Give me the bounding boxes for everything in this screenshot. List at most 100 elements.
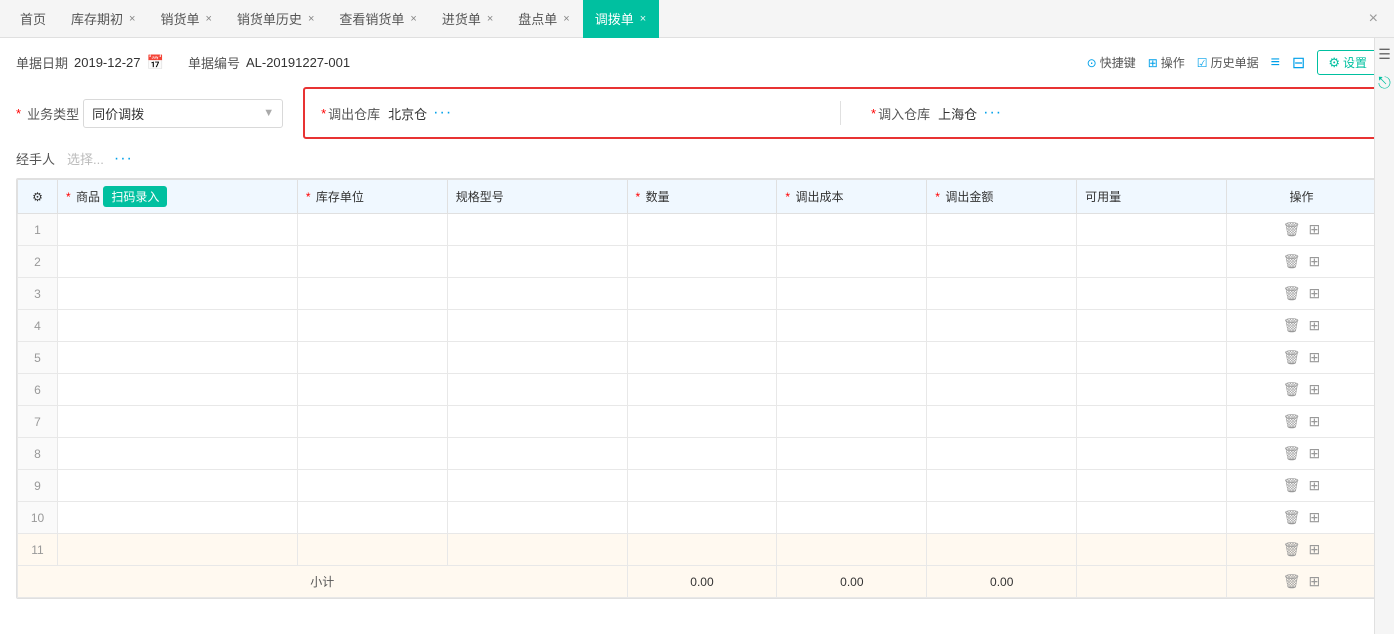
row-cost-11[interactable] bbox=[777, 534, 927, 566]
row-amount-3[interactable] bbox=[927, 278, 1077, 310]
tab-inventory-initial[interactable]: 库存期初 × bbox=[59, 0, 148, 38]
row-available-1[interactable] bbox=[1077, 214, 1227, 246]
delete-icon-10[interactable]: 🗑 bbox=[1283, 509, 1301, 526]
delete-icon-8[interactable]: 🗑 bbox=[1283, 445, 1301, 462]
row-spec-4[interactable] bbox=[447, 310, 627, 342]
tab-transfer[interactable]: 调拨单 × bbox=[583, 0, 659, 38]
tab-purchase-close[interactable]: × bbox=[487, 13, 493, 25]
copy-icon-6[interactable]: ⊞ bbox=[1309, 381, 1321, 398]
row-amount-2[interactable] bbox=[927, 246, 1077, 278]
window-close-button[interactable]: × bbox=[1361, 10, 1386, 28]
row-product-7[interactable] bbox=[58, 406, 298, 438]
row-qty-8[interactable] bbox=[627, 438, 777, 470]
delete-icon-1[interactable]: 🗑 bbox=[1283, 221, 1301, 238]
row-qty-9[interactable] bbox=[627, 470, 777, 502]
row-qty-4[interactable] bbox=[627, 310, 777, 342]
row-unit-4[interactable] bbox=[297, 310, 447, 342]
copy-icon-11[interactable]: ⊞ bbox=[1309, 541, 1321, 558]
handler-placeholder[interactable]: 选择... bbox=[67, 149, 104, 168]
tab-sales-history-close[interactable]: × bbox=[308, 13, 314, 25]
row-cost-6[interactable] bbox=[777, 374, 927, 406]
row-available-4[interactable] bbox=[1077, 310, 1227, 342]
tab-stocktake-close[interactable]: × bbox=[563, 13, 569, 25]
copy-icon-sub[interactable]: ⊞ bbox=[1309, 573, 1321, 590]
row-qty-5[interactable] bbox=[627, 342, 777, 374]
row-cost-5[interactable] bbox=[777, 342, 927, 374]
calendar-icon[interactable]: 📅 bbox=[147, 54, 164, 71]
row-cost-7[interactable] bbox=[777, 406, 927, 438]
row-spec-6[interactable] bbox=[447, 374, 627, 406]
delete-icon-6[interactable]: 🗑 bbox=[1283, 381, 1301, 398]
tab-home[interactable]: 首页 bbox=[8, 0, 59, 38]
row-spec-11[interactable] bbox=[447, 534, 627, 566]
row-qty-3[interactable] bbox=[627, 278, 777, 310]
row-product-8[interactable] bbox=[58, 438, 298, 470]
copy-icon-7[interactable]: ⊞ bbox=[1309, 413, 1321, 430]
grid-view-button[interactable]: ⊟ bbox=[1292, 53, 1305, 73]
row-unit-6[interactable] bbox=[297, 374, 447, 406]
tab-inventory-initial-close[interactable]: × bbox=[129, 13, 135, 25]
row-amount-7[interactable] bbox=[927, 406, 1077, 438]
warehouse-in-more-button[interactable]: ··· bbox=[983, 104, 1002, 122]
shortcut-keys-button[interactable]: ⊙ 快捷键 bbox=[1087, 54, 1136, 71]
list-view-button[interactable]: ≡ bbox=[1271, 54, 1280, 72]
sidebar-external-link-icon[interactable]: ⎋ bbox=[1378, 75, 1391, 93]
copy-icon-3[interactable]: ⊞ bbox=[1309, 285, 1321, 302]
tab-sales-order[interactable]: 销货单 × bbox=[148, 0, 224, 38]
tab-sales-history[interactable]: 销货单历史 × bbox=[225, 0, 327, 38]
row-cost-4[interactable] bbox=[777, 310, 927, 342]
setting-button[interactable]: ⚙ 设置 bbox=[1317, 50, 1378, 75]
copy-icon-1[interactable]: ⊞ bbox=[1309, 221, 1321, 238]
copy-icon-10[interactable]: ⊞ bbox=[1309, 509, 1321, 526]
row-spec-5[interactable] bbox=[447, 342, 627, 374]
row-cost-8[interactable] bbox=[777, 438, 927, 470]
row-amount-11[interactable] bbox=[927, 534, 1077, 566]
row-product-4[interactable] bbox=[58, 310, 298, 342]
row-qty-1[interactable] bbox=[627, 214, 777, 246]
delete-icon-5[interactable]: 🗑 bbox=[1283, 349, 1301, 366]
row-unit-3[interactable] bbox=[297, 278, 447, 310]
delete-icon-3[interactable]: 🗑 bbox=[1283, 285, 1301, 302]
row-qty-2[interactable] bbox=[627, 246, 777, 278]
copy-icon-9[interactable]: ⊞ bbox=[1309, 477, 1321, 494]
delete-icon-4[interactable]: 🗑 bbox=[1283, 317, 1301, 334]
row-amount-4[interactable] bbox=[927, 310, 1077, 342]
row-amount-8[interactable] bbox=[927, 438, 1077, 470]
row-available-2[interactable] bbox=[1077, 246, 1227, 278]
row-product-9[interactable] bbox=[58, 470, 298, 502]
history-button[interactable]: ☑ 历史单据 bbox=[1197, 54, 1259, 71]
row-spec-2[interactable] bbox=[447, 246, 627, 278]
row-product-1[interactable] bbox=[58, 214, 298, 246]
row-available-8[interactable] bbox=[1077, 438, 1227, 470]
row-unit-8[interactable] bbox=[297, 438, 447, 470]
row-cost-3[interactable] bbox=[777, 278, 927, 310]
warehouse-out-more-button[interactable]: ··· bbox=[433, 104, 452, 122]
row-cost-1[interactable] bbox=[777, 214, 927, 246]
row-available-3[interactable] bbox=[1077, 278, 1227, 310]
row-product-2[interactable] bbox=[58, 246, 298, 278]
row-spec-9[interactable] bbox=[447, 470, 627, 502]
row-product-5[interactable] bbox=[58, 342, 298, 374]
delete-icon-9[interactable]: 🗑 bbox=[1283, 477, 1301, 494]
row-amount-9[interactable] bbox=[927, 470, 1077, 502]
row-product-3[interactable] bbox=[58, 278, 298, 310]
row-cost-9[interactable] bbox=[777, 470, 927, 502]
row-spec-1[interactable] bbox=[447, 214, 627, 246]
row-product-10[interactable] bbox=[58, 502, 298, 534]
row-cost-2[interactable] bbox=[777, 246, 927, 278]
row-unit-11[interactable] bbox=[297, 534, 447, 566]
row-available-7[interactable] bbox=[1077, 406, 1227, 438]
copy-icon-5[interactable]: ⊞ bbox=[1309, 349, 1321, 366]
tab-sales-order-close[interactable]: × bbox=[205, 13, 211, 25]
row-unit-7[interactable] bbox=[297, 406, 447, 438]
tab-view-sales-close[interactable]: × bbox=[410, 13, 416, 25]
row-amount-5[interactable] bbox=[927, 342, 1077, 374]
sidebar-list-icon[interactable]: ☰ bbox=[1378, 46, 1391, 63]
copy-icon-4[interactable]: ⊞ bbox=[1309, 317, 1321, 334]
row-product-11[interactable] bbox=[58, 534, 298, 566]
table-settings-icon[interactable]: ⚙ bbox=[32, 190, 43, 204]
operations-button[interactable]: ⊞ 操作 bbox=[1148, 54, 1185, 71]
row-available-6[interactable] bbox=[1077, 374, 1227, 406]
row-available-9[interactable] bbox=[1077, 470, 1227, 502]
row-unit-9[interactable] bbox=[297, 470, 447, 502]
